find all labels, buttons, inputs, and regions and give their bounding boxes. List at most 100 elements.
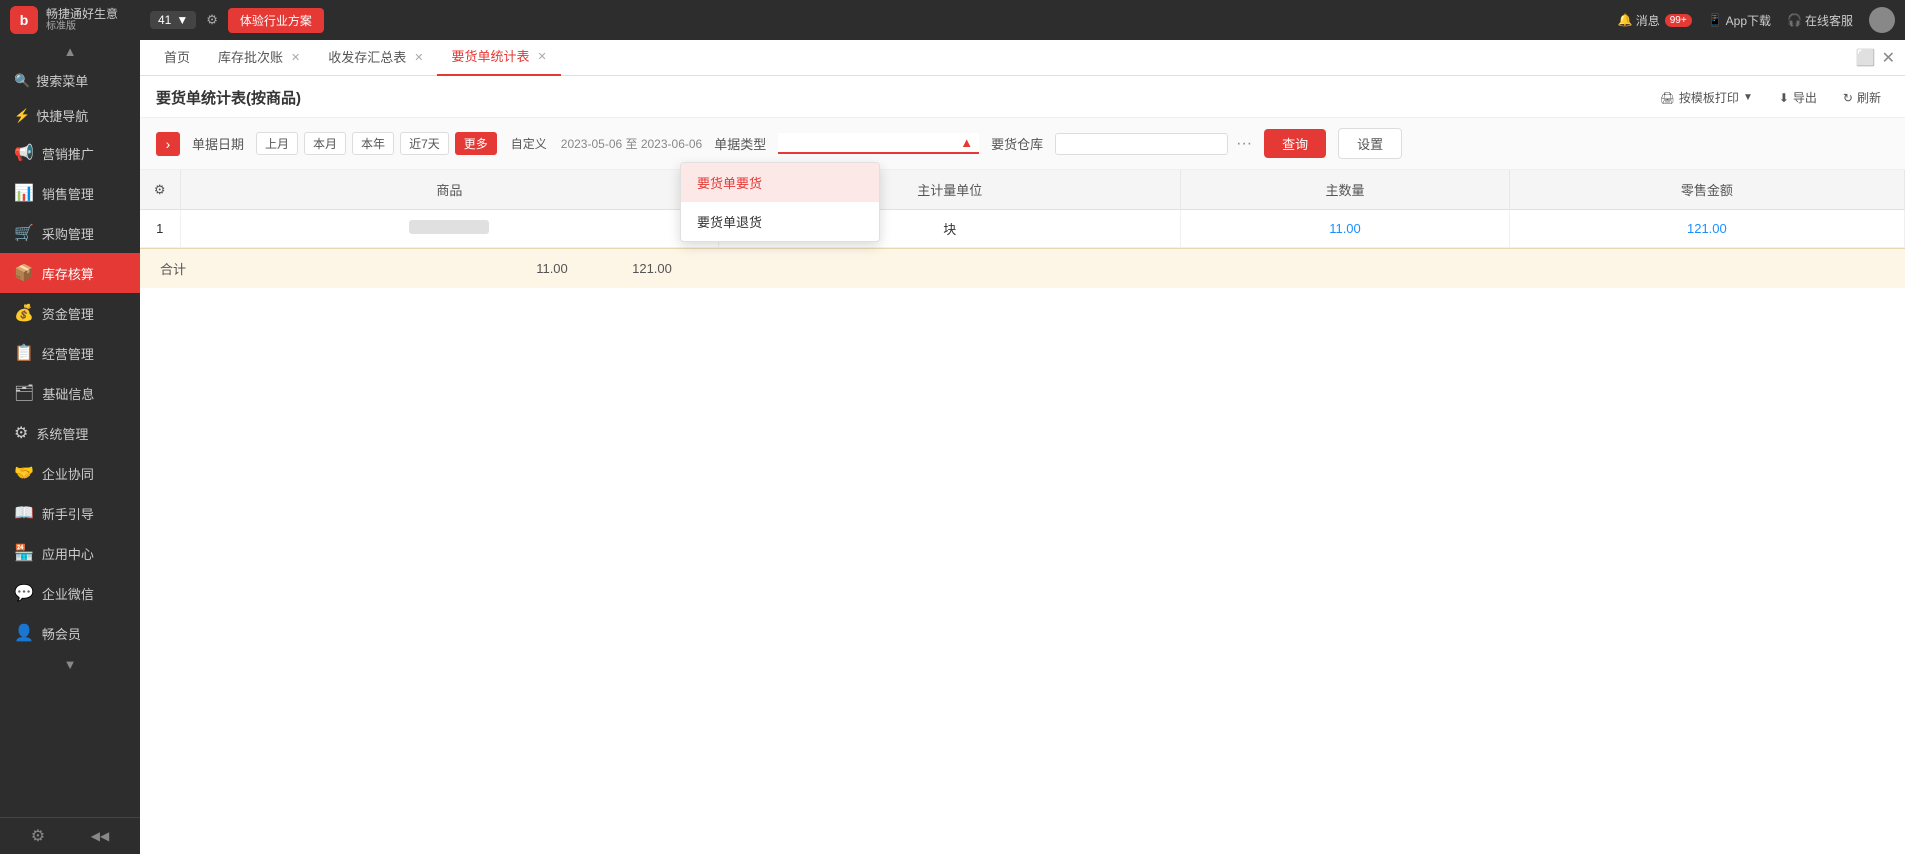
footer-label: 合计 <box>152 259 502 278</box>
header-center: 41 ▼ ⚙ 体验行业方案 <box>150 8 1618 33</box>
more-options-icon[interactable]: ··· <box>1236 135 1252 153</box>
online-service-item[interactable]: 🎧 在线客服 <box>1787 12 1853 29</box>
refresh-btn[interactable]: ↻ 刷新 <box>1835 86 1889 109</box>
date-btn-more[interactable]: 更多 <box>455 132 497 155</box>
export-btn[interactable]: ⬇ 导出 <box>1771 86 1825 109</box>
notification-badge: 99+ <box>1665 14 1692 27</box>
wechat-icon: 💬 <box>14 583 34 603</box>
sidebar-item-sales[interactable]: 📊 销售管理 <box>0 173 140 213</box>
tab-receive-summary[interactable]: 收发存汇总表 ✕ <box>314 40 437 76</box>
page-content: 要货单统计表(按商品) 🖨 按模板打印 ▼ ⬇ 导出 ↻ 刷新 <box>140 76 1905 854</box>
sales-icon: 📊 <box>14 183 34 203</box>
sidebar-item-search[interactable]: 🔍 搜索菜单 <box>0 63 140 98</box>
sidebar-item-basic[interactable]: 🗂 基础信息 <box>0 373 140 413</box>
sidebar-scroll-down[interactable]: ▼ <box>0 653 140 676</box>
warehouse-label: 要货仓库 <box>991 134 1043 153</box>
tab-bar-right: ⬜ ✕ <box>1856 48 1895 68</box>
filter-bar: › 单据日期 上月 本月 本年 近7天 更多 自定义 2023-05-06 至 … <box>140 118 1905 170</box>
date-btn-this-year[interactable]: 本年 <box>352 132 394 155</box>
sidebar-scroll-up[interactable]: ▲ <box>0 40 140 63</box>
member-icon: 👤 <box>14 623 34 643</box>
sidebar-item-quicknav[interactable]: ⚡ 快捷导航 <box>0 98 140 133</box>
main-layout: ▲ 🔍 搜索菜单 ⚡ 快捷导航 📢 营销推广 📊 销售管理 🛒 采购管理 📦 库… <box>0 40 1905 854</box>
search-icon: 🔍 <box>14 73 30 89</box>
cell-amount[interactable]: 121.00 <box>1509 210 1904 248</box>
sidebar-item-system[interactable]: ⚙ 系统管理 <box>0 413 140 453</box>
tab-home[interactable]: 首页 <box>150 40 204 76</box>
print-btn[interactable]: 🖨 按模板打印 ▼ <box>1652 86 1761 109</box>
content-area: 首页 库存批次账 ✕ 收发存汇总表 ✕ 要货单统计表 ✕ ⬜ ✕ 要 <box>140 40 1905 854</box>
date-btn-this-month[interactable]: 本月 <box>304 132 346 155</box>
sidebar-item-member[interactable]: 👤 畅会员 <box>0 613 140 653</box>
footer-qty: 11.00 <box>502 261 602 276</box>
table-area: ⚙ 商品 主计量单位 主数量 零售金额 1 <box>140 170 1905 248</box>
tab-restore-icon[interactable]: ⬜ <box>1856 48 1876 68</box>
sidebar-settings-btn[interactable]: ⚙ <box>31 826 45 846</box>
finance-icon: 💰 <box>14 303 34 323</box>
dropdown-item-requisition[interactable]: 要货单要货 <box>681 163 879 202</box>
logo-area: b 畅捷通好生意 标准版 <box>10 6 150 34</box>
sidebar-item-operation[interactable]: 📋 经营管理 <box>0 333 140 373</box>
data-table: ⚙ 商品 主计量单位 主数量 零售金额 1 <box>140 170 1905 248</box>
lightning-icon: ⚡ <box>14 108 30 124</box>
sidebar-item-marketing[interactable]: 📢 营销推广 <box>0 133 140 173</box>
sidebar-item-finance[interactable]: 💰 资金管理 <box>0 293 140 333</box>
sidebar-item-wechat[interactable]: 💬 企业微信 <box>0 573 140 613</box>
phone-icon: 📱 <box>1708 13 1723 27</box>
tab-close-inventory-batch[interactable]: ✕ <box>291 40 300 76</box>
date-group: 上月 本月 本年 近7天 更多 自定义 2023-05-06 至 2023-06… <box>256 132 702 155</box>
appcenter-icon: 🏪 <box>14 543 34 563</box>
cell-qty[interactable]: 11.00 <box>1181 210 1510 248</box>
marketing-icon: 📢 <box>14 143 34 163</box>
sidebar-collapse-btn[interactable]: ◀◀ <box>91 829 109 843</box>
sidebar-item-purchase[interactable]: 🛒 采购管理 <box>0 213 140 253</box>
date-range: 2023-05-06 至 2023-06-06 <box>561 135 702 152</box>
operation-icon: 📋 <box>14 343 34 363</box>
product-placeholder <box>409 220 489 234</box>
app-download-item[interactable]: 📱 App下载 <box>1708 12 1771 29</box>
footer-amount: 121.00 <box>602 261 702 276</box>
col-qty: 主数量 <box>1181 170 1510 210</box>
date-btn-7days[interactable]: 近7天 <box>400 132 449 155</box>
dropdown-item-return[interactable]: 要货单退货 <box>681 202 879 241</box>
type-select[interactable]: ▲ <box>778 133 979 154</box>
guide-icon: 📖 <box>14 503 34 523</box>
table-row: 1 块 11.00 121.00 <box>140 210 1905 248</box>
tab-close-receive-summary[interactable]: ✕ <box>414 40 423 76</box>
page-header: 要货单统计表(按商品) 🖨 按模板打印 ▼ ⬇ 导出 ↻ 刷新 <box>140 76 1905 118</box>
settings-icon[interactable]: ⚙ <box>206 12 218 28</box>
sidebar-item-inventory[interactable]: 📦 库存核算 <box>0 253 140 293</box>
sidebar-item-cooperation[interactable]: 🤝 企业协同 <box>0 453 140 493</box>
inventory-icon: 📦 <box>14 263 34 283</box>
cell-no: 1 <box>140 210 180 248</box>
date-btn-prev-month[interactable]: 上月 <box>256 132 298 155</box>
tab-close-all-icon[interactable]: ✕ <box>1882 48 1895 68</box>
filter-expand-btn[interactable]: › <box>156 132 180 156</box>
gear-icon[interactable]: ⚙ <box>154 182 166 197</box>
col-amount: 零售金额 <box>1509 170 1904 210</box>
sidebar-item-guide[interactable]: 📖 新手引导 <box>0 493 140 533</box>
refresh-icon: ↻ <box>1843 91 1853 105</box>
warehouse-input[interactable] <box>1055 133 1228 155</box>
setting-button[interactable]: 设置 <box>1338 128 1402 159</box>
type-input[interactable] <box>784 135 960 150</box>
col-product: 商品 <box>180 170 719 210</box>
date-btn-custom[interactable]: 自定义 <box>503 133 555 154</box>
tab-inventory-batch[interactable]: 库存批次账 ✕ <box>204 40 314 76</box>
basic-icon: 🗂 <box>14 383 34 403</box>
tab-order-stats[interactable]: 要货单统计表 ✕ <box>437 40 560 76</box>
warehouse-group: ··· <box>1055 133 1252 155</box>
print-icon: 🖨 <box>1660 91 1675 105</box>
avatar[interactable] <box>1869 7 1895 33</box>
notification-item[interactable]: 🔔 消息 99+ <box>1618 12 1692 29</box>
date-label: 单据日期 <box>192 134 244 153</box>
sidebar-item-appcenter[interactable]: 🏪 应用中心 <box>0 533 140 573</box>
chevron-down-icon-print: ▼ <box>1743 92 1753 103</box>
query-button[interactable]: 查询 <box>1264 129 1326 158</box>
store-selector[interactable]: 41 ▼ <box>150 11 196 29</box>
export-icon: ⬇ <box>1779 91 1789 105</box>
headset-icon: 🎧 <box>1787 13 1802 27</box>
industry-button[interactable]: 体验行业方案 <box>228 8 324 33</box>
purchase-icon: 🛒 <box>14 223 34 243</box>
tab-close-order-stats[interactable]: ✕ <box>538 40 547 75</box>
